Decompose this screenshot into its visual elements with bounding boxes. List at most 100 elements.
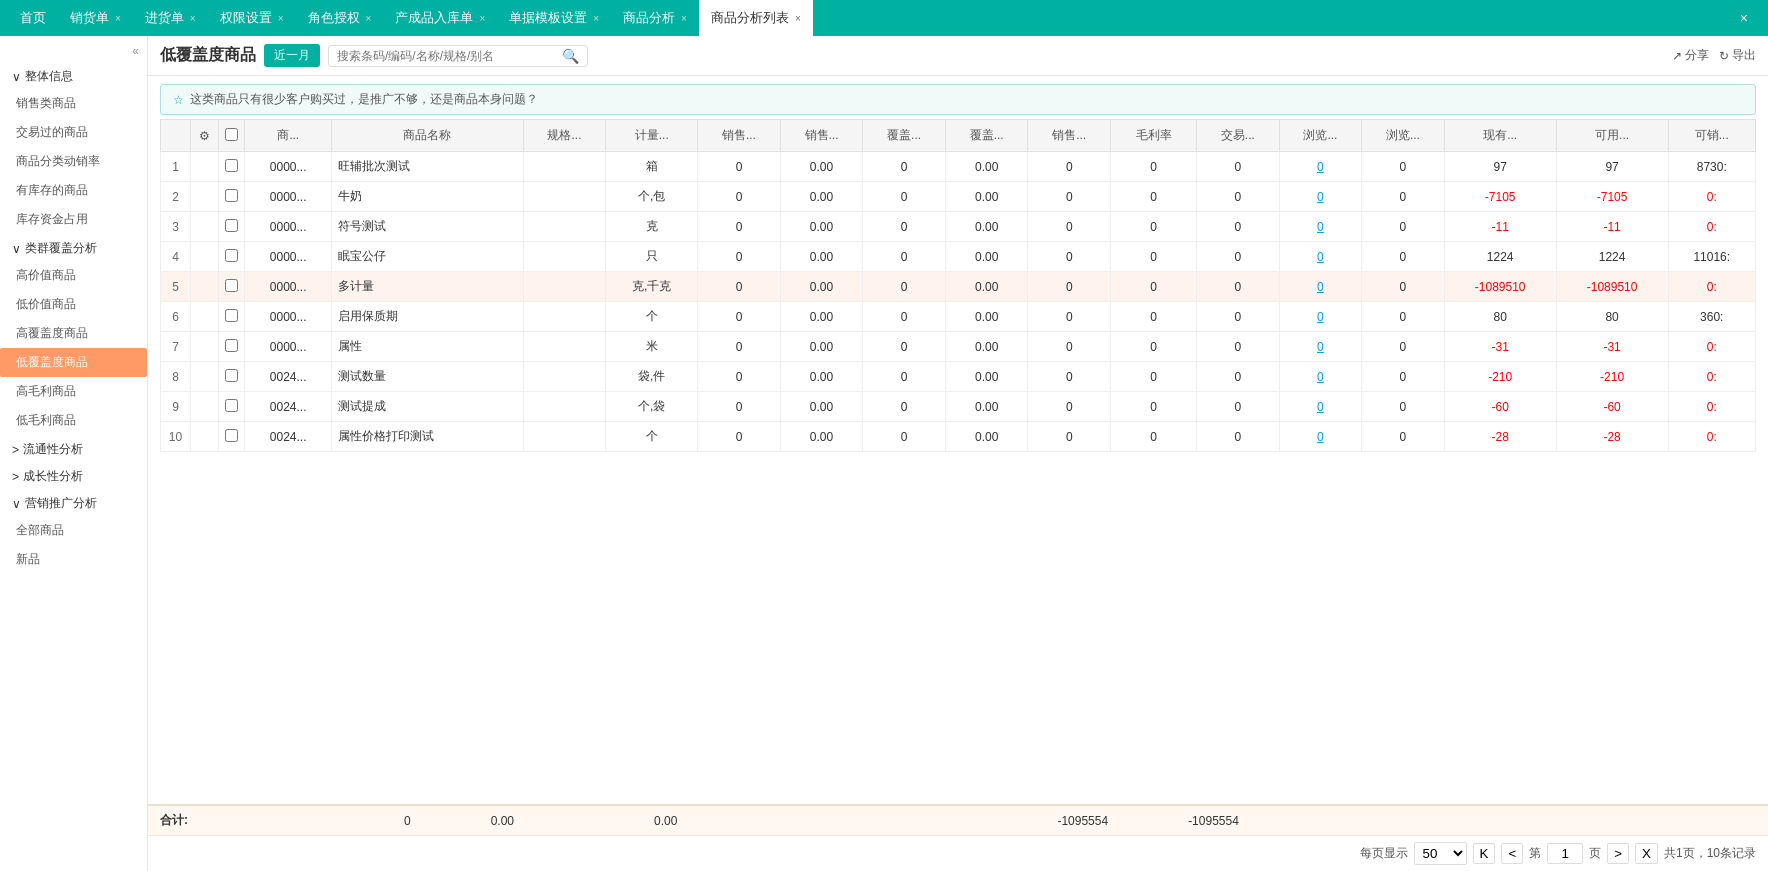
cell-browse2: 0	[1362, 212, 1445, 242]
col-header-name[interactable]: 商品名称	[332, 120, 523, 152]
col-header-browse1[interactable]: 浏览...	[1279, 120, 1362, 152]
row-checkbox[interactable]	[225, 159, 238, 172]
select-all-checkbox[interactable]	[225, 128, 238, 141]
col-header-gross_margin[interactable]: 毛利率	[1111, 120, 1197, 152]
row-checkbox[interactable]	[225, 219, 238, 232]
chevron-down-icon: ∨	[12, 70, 21, 84]
nav-close-icon[interactable]: ×	[115, 13, 121, 24]
per-page-select[interactable]: 50 100 200	[1414, 842, 1467, 865]
row-checkbox[interactable]	[225, 429, 238, 442]
nav-item-销货单[interactable]: 销货单×	[58, 0, 133, 36]
row-settings	[191, 392, 219, 422]
sidebar-group-coverage[interactable]: ∨ 类群覆盖分析	[0, 234, 147, 261]
col-header-coverage2[interactable]: 覆盖...	[945, 120, 1028, 152]
table-container[interactable]: ⚙商...商品名称规格...计量...销售...销售...覆盖...覆盖...销…	[148, 119, 1768, 804]
sidebar-item-低价值商品[interactable]: 低价值商品	[0, 290, 147, 319]
cell-browse1[interactable]: 0	[1279, 422, 1362, 452]
sidebar-item-高价值商品[interactable]: 高价值商品	[0, 261, 147, 290]
nav-item-单据模板设置[interactable]: 单据模板设置×	[497, 0, 611, 36]
sidebar-item-低覆盖度商品[interactable]: 低覆盖度商品	[0, 348, 147, 377]
prev-page-button[interactable]: <	[1501, 843, 1523, 864]
nav-item-进货单[interactable]: 进货单×	[133, 0, 208, 36]
cell-code: 0024...	[245, 392, 332, 422]
row-checkbox[interactable]	[225, 279, 238, 292]
row-checkbox[interactable]	[225, 249, 238, 262]
nav-close-icon[interactable]: ×	[479, 13, 485, 24]
col-header-coverage1[interactable]: 覆盖...	[863, 120, 946, 152]
cell-spec	[523, 182, 606, 212]
cell-browse1[interactable]: 0	[1279, 212, 1362, 242]
cell-browse1[interactable]: 0	[1279, 332, 1362, 362]
nav-item-角色授权[interactable]: 角色授权×	[296, 0, 384, 36]
share-button[interactable]: ↗ 分享	[1672, 47, 1709, 64]
nav-close-icon[interactable]: ×	[795, 13, 801, 24]
nav-item-产成品入库单[interactable]: 产成品入库单×	[383, 0, 497, 36]
cell-browse1[interactable]: 0	[1279, 362, 1362, 392]
row-checkbox[interactable]	[225, 369, 238, 382]
sidebar-group-marketing[interactable]: ∨ 营销推广分析	[0, 489, 147, 516]
sidebar-collapse-button[interactable]: «	[0, 40, 147, 62]
nav-item-首页[interactable]: 首页	[8, 0, 58, 36]
col-header-current_stock[interactable]: 现有...	[1444, 120, 1556, 152]
sidebar-item-销售类商品[interactable]: 销售类商品	[0, 89, 147, 118]
sidebar-item-低毛利商品[interactable]: 低毛利商品	[0, 406, 147, 435]
info-icon: ☆	[173, 93, 184, 107]
nav-close-icon[interactable]: ×	[681, 13, 687, 24]
sidebar-item-商品分类动销率[interactable]: 商品分类动销率	[0, 147, 147, 176]
col-header-settings[interactable]: ⚙	[191, 120, 219, 152]
cell-browse1[interactable]: 0	[1279, 272, 1362, 302]
row-checkbox[interactable]	[225, 189, 238, 202]
filter-button[interactable]: 近一月	[264, 44, 320, 67]
search-input[interactable]	[337, 49, 562, 63]
col-header-spec[interactable]: 规格...	[523, 120, 606, 152]
cell-available: -1089510	[1556, 272, 1668, 302]
sidebar-item-有库存的商品[interactable]: 有库存的商品	[0, 176, 147, 205]
col-header-sellable[interactable]: 可销...	[1668, 120, 1755, 152]
col-header-checkbox[interactable]	[219, 120, 245, 152]
cell-browse1[interactable]: 0	[1279, 242, 1362, 272]
next-page-button[interactable]: >	[1607, 843, 1629, 864]
sidebar-group-flow[interactable]: > 流通性分析	[0, 435, 147, 462]
col-header-unit[interactable]: 计量...	[606, 120, 698, 152]
page-number-input[interactable]	[1547, 843, 1583, 864]
sidebar-item-库存资金占用[interactable]: 库存资金占用	[0, 205, 147, 234]
row-checkbox-cell	[219, 152, 245, 182]
row-checkbox[interactable]	[225, 399, 238, 412]
cell-browse1[interactable]: 0	[1279, 392, 1362, 422]
last-page-button[interactable]: X	[1635, 843, 1658, 864]
col-header-code[interactable]: 商...	[245, 120, 332, 152]
cell-spec	[523, 152, 606, 182]
col-header-available[interactable]: 可用...	[1556, 120, 1668, 152]
cell-browse1[interactable]: 0	[1279, 302, 1362, 332]
sidebar-group-overall[interactable]: ∨ 整体信息	[0, 62, 147, 89]
col-header-sales_amt[interactable]: 销售...	[780, 120, 863, 152]
nav-close-icon[interactable]: ×	[190, 13, 196, 24]
sidebar-item-全部商品[interactable]: 全部商品	[0, 516, 147, 545]
row-checkbox[interactable]	[225, 309, 238, 322]
nav-item-商品分析列表[interactable]: 商品分析列表×	[699, 0, 813, 36]
nav-close-icon[interactable]: ×	[366, 13, 372, 24]
nav-close-icon[interactable]: ×	[278, 13, 284, 24]
sidebar-group-growth[interactable]: > 成长性分析	[0, 462, 147, 489]
nav-close-icon[interactable]: ×	[593, 13, 599, 24]
col-header-trade[interactable]: 交易...	[1197, 120, 1280, 152]
export-button[interactable]: ↻ 导出	[1719, 47, 1756, 64]
nav-item-权限设置[interactable]: 权限设置×	[208, 0, 296, 36]
nav-item-商品分析[interactable]: 商品分析×	[611, 0, 699, 36]
first-page-button[interactable]: K	[1473, 843, 1496, 864]
col-header-browse2[interactable]: 浏览...	[1362, 120, 1445, 152]
sidebar-item-高毛利商品[interactable]: 高毛利商品	[0, 377, 147, 406]
sidebar-item-交易过的商品[interactable]: 交易过的商品	[0, 118, 147, 147]
row-checkbox[interactable]	[225, 339, 238, 352]
col-header-sales3[interactable]: 销售...	[1028, 120, 1111, 152]
cell-code: 0000...	[245, 242, 332, 272]
row-number: 9	[161, 392, 191, 422]
chevron-down-icon: ∨	[12, 242, 21, 256]
window-close-button[interactable]: ×	[1728, 10, 1760, 26]
sidebar-item-高覆盖度商品[interactable]: 高覆盖度商品	[0, 319, 147, 348]
cell-browse1[interactable]: 0	[1279, 152, 1362, 182]
col-header-sales_qty[interactable]: 销售...	[698, 120, 781, 152]
data-table: ⚙商...商品名称规格...计量...销售...销售...覆盖...覆盖...销…	[160, 119, 1756, 452]
cell-browse1[interactable]: 0	[1279, 182, 1362, 212]
sidebar-item-新品[interactable]: 新品	[0, 545, 147, 574]
